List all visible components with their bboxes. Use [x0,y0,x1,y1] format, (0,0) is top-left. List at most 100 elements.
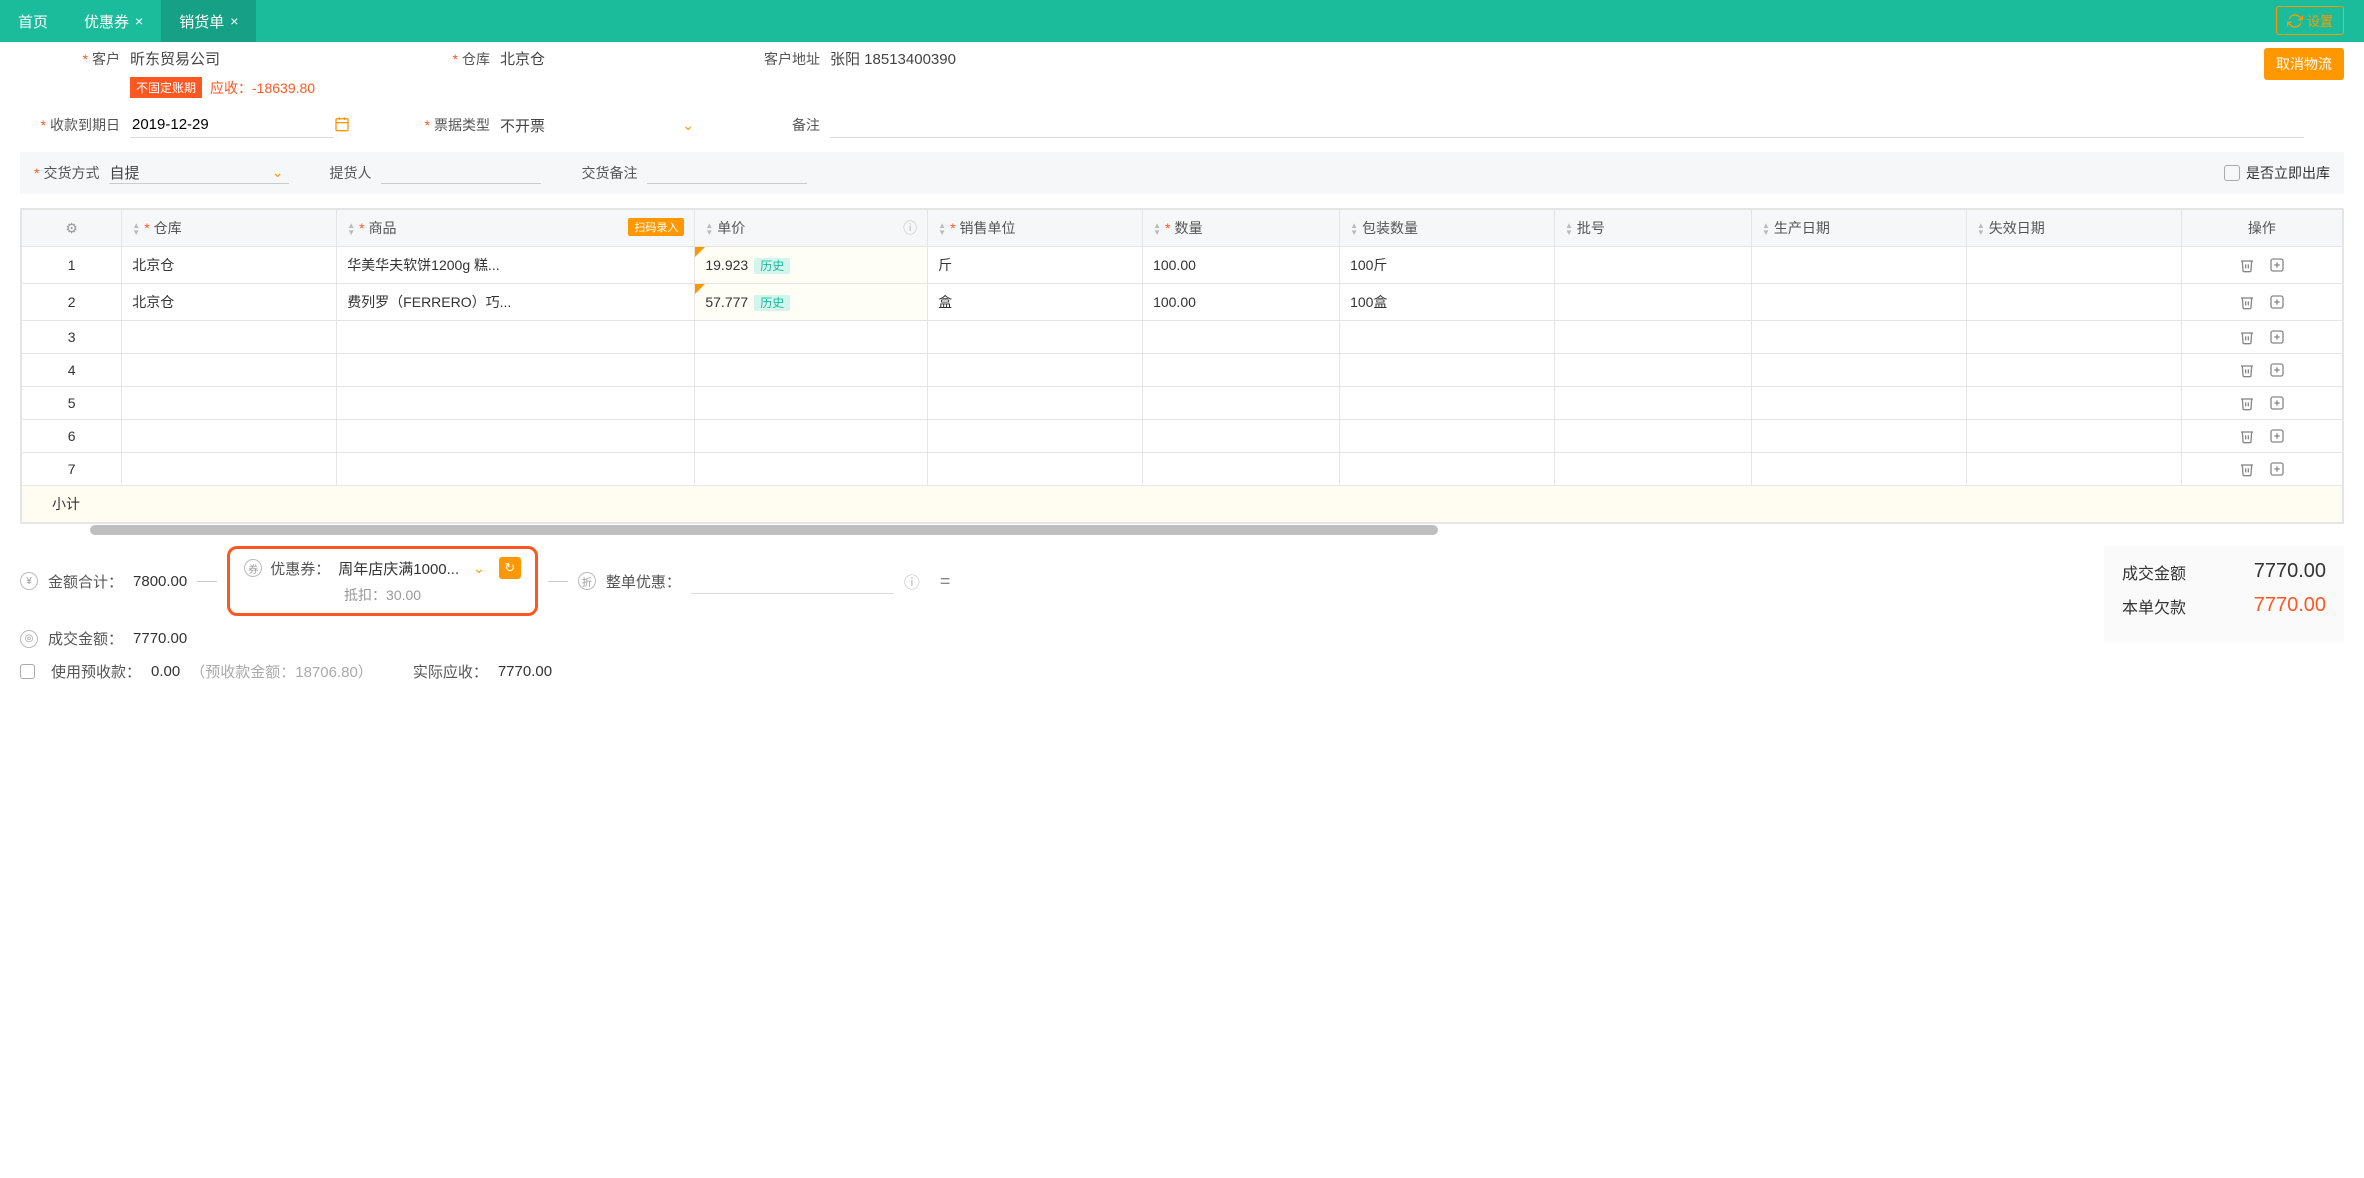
cell-warehouse[interactable] [122,387,337,420]
immediate-out-checkbox[interactable]: 是否立即出库 [2224,163,2330,183]
cell-prod-date[interactable] [1751,321,1966,354]
cell-pack-qty[interactable] [1340,387,1555,420]
delete-icon[interactable] [2239,461,2255,477]
cell-unit[interactable]: 盒 [928,284,1143,321]
history-badge[interactable]: 历史 [754,295,790,311]
help-icon[interactable]: ⓘ [903,218,917,238]
cell-price[interactable] [695,420,928,453]
cell-product[interactable]: 华美华夫软饼1200g 糕... [337,247,695,284]
cell-unit[interactable] [928,420,1143,453]
horizontal-scrollbar[interactable] [20,524,2344,536]
order-discount-input[interactable] [691,568,894,594]
delivery-method-select[interactable]: 自提 ⌄ [109,162,289,184]
cell-expire-date[interactable] [1966,453,2181,486]
tab-coupon[interactable]: 优惠券× [66,0,161,42]
cell-unit[interactable] [928,354,1143,387]
col-batch[interactable]: ▲▼批号 [1554,210,1751,247]
table-row[interactable]: 2 北京仓 费列罗（FERRERO）巧... 57.777历史 盒 100.00… [22,284,2343,321]
settings-button[interactable]: 设置 [2276,6,2344,35]
customer-value[interactable]: 昕东贸易公司 [130,48,220,69]
col-gear[interactable]: ⚙ [22,210,122,247]
table-row[interactable]: 7 [22,453,2343,486]
table-row[interactable]: 6 [22,420,2343,453]
cell-expire-date[interactable] [1966,247,2181,284]
delete-icon[interactable] [2239,428,2255,444]
cell-qty[interactable] [1143,420,1340,453]
cell-expire-date[interactable] [1966,284,2181,321]
close-icon[interactable]: × [230,13,238,29]
cell-prod-date[interactable] [1751,420,1966,453]
col-warehouse[interactable]: ▲▼*仓库 [122,210,337,247]
delete-icon[interactable] [2239,362,2255,378]
cell-product[interactable] [337,321,695,354]
remark-input[interactable] [830,112,2304,138]
cell-qty[interactable]: 100.00 [1143,247,1340,284]
col-product[interactable]: ▲▼*商品扫码录入 [337,210,695,247]
cell-prod-date[interactable] [1751,387,1966,420]
cell-warehouse[interactable] [122,321,337,354]
cell-price[interactable] [695,354,928,387]
cell-pack-qty[interactable] [1340,453,1555,486]
warehouse-value[interactable]: 北京仓 [500,48,545,69]
customer-addr-value[interactable]: 张阳 18513400390 [830,48,2280,69]
cell-warehouse[interactable] [122,420,337,453]
cell-expire-date[interactable] [1966,354,2181,387]
refresh-button[interactable]: ↻ [499,557,521,579]
close-icon[interactable]: × [135,13,143,29]
cell-unit[interactable] [928,453,1143,486]
cell-pack-qty[interactable]: 100盒 [1340,284,1555,321]
cell-batch[interactable] [1554,321,1751,354]
cell-qty[interactable] [1143,387,1340,420]
add-icon[interactable] [2269,428,2285,444]
delivery-remark-input[interactable] [647,162,807,184]
cell-batch[interactable] [1554,453,1751,486]
col-unit[interactable]: ▲▼*销售单位 [928,210,1143,247]
cell-prod-date[interactable] [1751,247,1966,284]
cell-batch[interactable] [1554,420,1751,453]
cell-batch[interactable] [1554,354,1751,387]
cell-pack-qty[interactable] [1340,420,1555,453]
scan-badge[interactable]: 扫码录入 [628,218,684,236]
cell-product[interactable] [337,453,695,486]
add-icon[interactable] [2269,362,2285,378]
col-price[interactable]: ▲▼单价ⓘ [695,210,928,247]
cell-batch[interactable] [1554,387,1751,420]
cell-qty[interactable] [1143,321,1340,354]
cell-product[interactable] [337,387,695,420]
cell-batch[interactable] [1554,247,1751,284]
help-icon[interactable]: ⓘ [904,569,920,593]
cell-unit[interactable]: 斤 [928,247,1143,284]
cell-price[interactable] [695,453,928,486]
cell-batch[interactable] [1554,284,1751,321]
cell-product[interactable] [337,354,695,387]
cell-price[interactable] [695,321,928,354]
cell-prod-date[interactable] [1751,354,1966,387]
add-icon[interactable] [2269,294,2285,310]
delete-icon[interactable] [2239,257,2255,273]
table-row[interactable]: 3 [22,321,2343,354]
cell-qty[interactable] [1143,453,1340,486]
cell-product[interactable]: 费列罗（FERRERO）巧... [337,284,695,321]
cell-qty[interactable] [1143,354,1340,387]
calendar-icon[interactable] [334,116,350,134]
delete-icon[interactable] [2239,329,2255,345]
col-qty[interactable]: ▲▼*数量 [1143,210,1340,247]
col-expire-date[interactable]: ▲▼失效日期 [1966,210,2181,247]
tab-sales-order[interactable]: 销货单× [161,0,256,42]
cell-price[interactable]: 57.777历史 [695,284,928,321]
add-icon[interactable] [2269,329,2285,345]
cell-warehouse[interactable]: 北京仓 [122,247,337,284]
chevron-down-icon[interactable]: ⌄ [676,117,700,134]
delete-icon[interactable] [2239,395,2255,411]
cell-pack-qty[interactable] [1340,321,1555,354]
add-icon[interactable] [2269,461,2285,477]
col-pack-qty[interactable]: ▲▼包装数量 [1340,210,1555,247]
cell-warehouse[interactable] [122,453,337,486]
cancel-logistics-button[interactable]: 取消物流 [2264,48,2344,80]
cell-unit[interactable] [928,321,1143,354]
table-row[interactable]: 4 [22,354,2343,387]
cell-prod-date[interactable] [1751,284,1966,321]
cell-expire-date[interactable] [1966,321,2181,354]
chevron-down-icon[interactable]: ⌄ [467,560,491,577]
cell-unit[interactable] [928,387,1143,420]
